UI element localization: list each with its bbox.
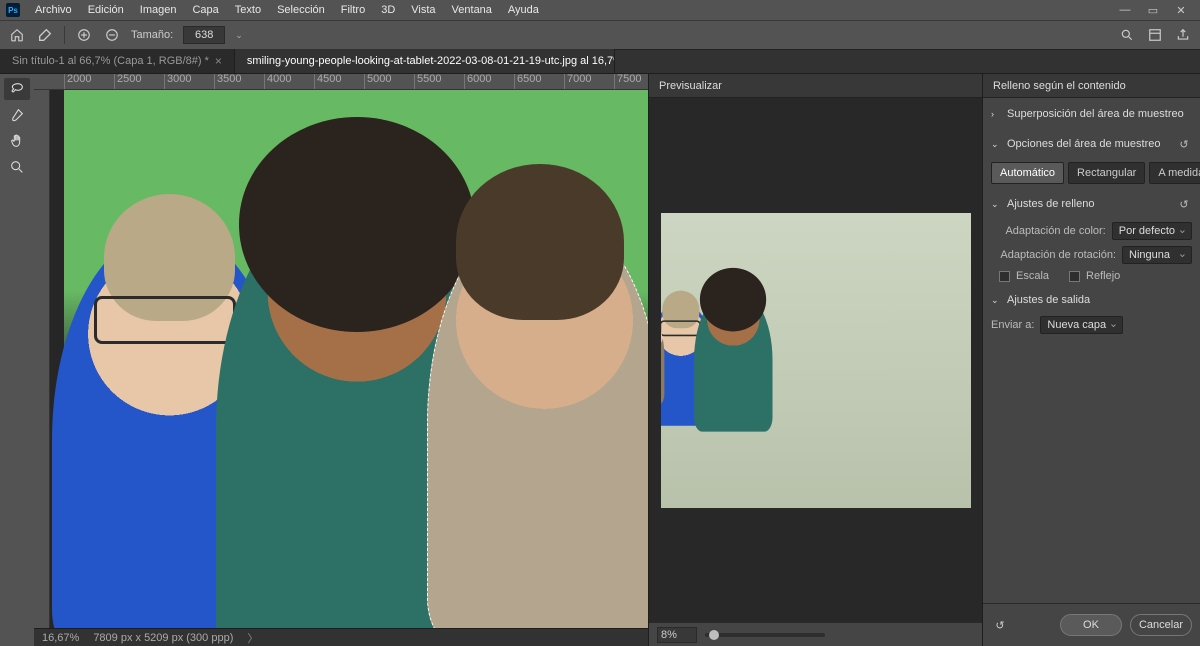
- output-dropdown[interactable]: Nueva capa: [1040, 316, 1123, 334]
- preview-panel: Previsualizar: [648, 74, 982, 646]
- lasso-tool-icon[interactable]: [4, 78, 30, 100]
- reset-icon[interactable]: ↺: [1176, 196, 1192, 212]
- menu-3d[interactable]: 3D: [374, 2, 402, 18]
- options-bar: Tamaño: ⌄: [0, 20, 1200, 50]
- scale-checkbox[interactable]: Escala: [999, 270, 1049, 282]
- sample-rectangular-button[interactable]: Rectangular: [1068, 162, 1145, 184]
- zoom-readout: 16,67%: [42, 632, 79, 644]
- color-adapt-dropdown[interactable]: Por defecto: [1112, 222, 1192, 240]
- subtract-sample-icon[interactable]: [103, 26, 121, 44]
- rotation-adapt-dropdown[interactable]: Ninguna: [1122, 246, 1192, 264]
- cancel-button[interactable]: Cancelar: [1130, 614, 1192, 636]
- section-sample-area[interactable]: ⌄ Opciones del área de muestreo ↺: [991, 132, 1192, 156]
- color-adapt-label: Adaptación de color:: [991, 225, 1106, 237]
- document-image: [64, 90, 648, 620]
- close-tab-icon[interactable]: ×: [215, 54, 222, 68]
- zoom-tool-icon[interactable]: [4, 156, 30, 178]
- tab-label: Sin título-1 al 66,7% (Capa 1, RGB/8#) *: [12, 55, 209, 67]
- chevron-down-icon: ⌄: [991, 199, 1001, 210]
- brush-size-input[interactable]: [183, 26, 225, 44]
- menu-capa[interactable]: Capa: [185, 2, 225, 18]
- reset-icon[interactable]: ↺: [1176, 136, 1192, 152]
- brush-tool-icon[interactable]: [4, 104, 30, 126]
- status-bar: 16,67% 7809 px x 5209 px (300 ppp) 〉: [34, 628, 648, 646]
- hand-tool-icon[interactable]: [4, 130, 30, 152]
- menu-ayuda[interactable]: Ayuda: [501, 2, 546, 18]
- close-window-icon[interactable]: ✕: [1168, 1, 1194, 19]
- menu-ventana[interactable]: Ventana: [445, 2, 499, 18]
- home-icon[interactable]: [8, 26, 26, 44]
- preview-zoom-input[interactable]: [657, 627, 697, 643]
- tool-strip: [0, 74, 34, 646]
- menu-imagen[interactable]: Imagen: [133, 2, 184, 18]
- size-dropdown-icon[interactable]: ⌄: [235, 30, 243, 41]
- tab-label: smiling-young-people-looking-at-tablet-2…: [247, 55, 615, 67]
- document-tabs: Sin título-1 al 66,7% (Capa 1, RGB/8#) *…: [0, 50, 1200, 74]
- ps-logo-icon: Ps: [6, 3, 20, 17]
- ruler-vertical: [34, 90, 50, 628]
- preview-title: Previsualizar: [649, 74, 982, 98]
- mirror-checkbox[interactable]: Reflejo: [1069, 270, 1120, 282]
- section-output[interactable]: ⌄ Ajustes de salida: [991, 290, 1192, 310]
- menu-archivo[interactable]: Archivo: [28, 2, 79, 18]
- person-right-selection: [427, 207, 648, 628]
- section-fill[interactable]: ⌄ Ajustes de relleno ↺: [991, 192, 1192, 216]
- menu-filtro[interactable]: Filtro: [334, 2, 372, 18]
- settings-title: Relleno según el contenido: [983, 74, 1200, 98]
- menu-vista[interactable]: Vista: [404, 2, 442, 18]
- doc-info: 7809 px x 5209 px (300 ppp): [93, 632, 233, 644]
- chevron-right-icon[interactable]: 〉: [247, 630, 258, 646]
- menu-seleccion[interactable]: Selección: [270, 2, 332, 18]
- reset-all-icon[interactable]: ↺: [991, 616, 1009, 634]
- ruler-horizontal: 2000 2500 3000 3500 4000 4500 5000 5500 …: [34, 74, 648, 90]
- search-icon[interactable]: [1118, 26, 1136, 44]
- share-icon[interactable]: [1174, 26, 1192, 44]
- tab-image[interactable]: smiling-young-people-looking-at-tablet-2…: [235, 49, 615, 73]
- brush-tool-icon[interactable]: [36, 26, 54, 44]
- size-label: Tamaño:: [131, 29, 173, 41]
- chevron-right-icon: ›: [991, 109, 1001, 119]
- preview-image: [661, 213, 971, 508]
- maximize-icon[interactable]: ▭: [1140, 1, 1166, 19]
- sample-custom-button[interactable]: A medida: [1149, 162, 1200, 184]
- output-label: Enviar a:: [991, 319, 1034, 331]
- menu-edicion[interactable]: Edición: [81, 2, 131, 18]
- rotation-adapt-label: Adaptación de rotación:: [991, 249, 1116, 261]
- canvas-area: 2000 2500 3000 3500 4000 4500 5000 5500 …: [34, 74, 648, 646]
- sample-auto-button[interactable]: Automático: [991, 162, 1064, 184]
- settings-footer: ↺ OK Cancelar: [983, 603, 1200, 646]
- canvas[interactable]: [50, 90, 648, 628]
- preview-footer: [649, 622, 982, 646]
- add-sample-icon[interactable]: [75, 26, 93, 44]
- chevron-down-icon: ⌄: [991, 139, 1001, 150]
- ok-button[interactable]: OK: [1060, 614, 1122, 636]
- menubar: Ps Archivo Edición Imagen Capa Texto Sel…: [0, 0, 1200, 20]
- preview-zoom-slider[interactable]: [705, 633, 825, 637]
- workspace-icon[interactable]: [1146, 26, 1164, 44]
- preview-body[interactable]: [649, 98, 982, 622]
- settings-panel: Relleno según el contenido › Superposici…: [982, 74, 1200, 646]
- tab-untitled[interactable]: Sin título-1 al 66,7% (Capa 1, RGB/8#) *…: [0, 49, 235, 73]
- menu-texto[interactable]: Texto: [228, 2, 268, 18]
- section-overlay[interactable]: › Superposición del área de muestreo: [991, 104, 1192, 124]
- minimize-icon[interactable]: —: [1112, 1, 1138, 19]
- chevron-down-icon: ⌄: [991, 295, 1001, 306]
